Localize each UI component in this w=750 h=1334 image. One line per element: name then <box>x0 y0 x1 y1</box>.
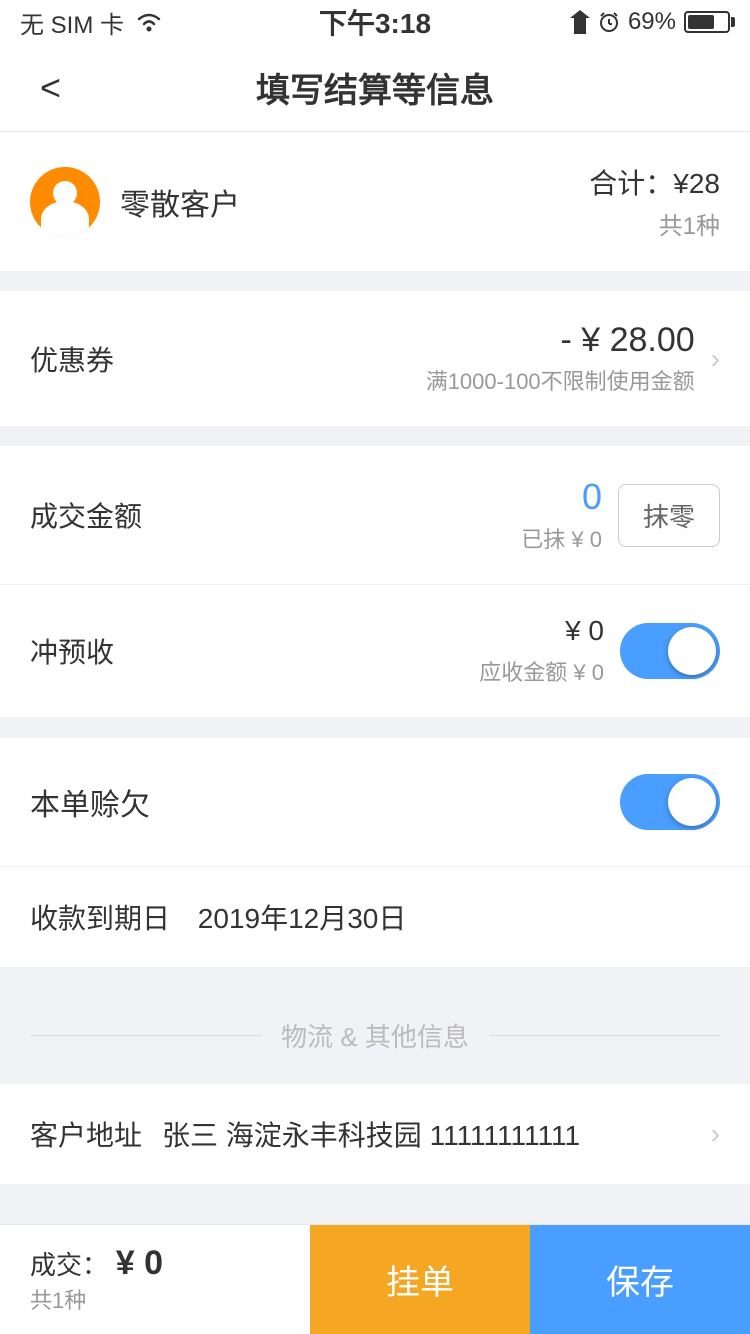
customer-summary: 合计：¥28 共1种 <box>589 162 720 241</box>
address-section: 客户地址 张三 海淀永丰科技园 11111111111 › <box>0 1084 750 1184</box>
location-icon <box>570 10 590 34</box>
coupon-right: - ¥ 28.00 满1000-100不限制使用金额 › <box>426 321 720 396</box>
address-value: 张三 海淀永丰科技园 11111111111 <box>162 1114 711 1154</box>
coupon-discount: - ¥ 28.00 <box>426 321 695 360</box>
deal-amount-sub: 已抹 ¥ 0 <box>521 522 602 554</box>
battery-percent: 69% <box>628 8 676 36</box>
due-date-value: 2019年12月30日 <box>198 903 407 934</box>
arrears-label: 本单赊欠 <box>30 780 150 824</box>
back-button[interactable]: < <box>30 57 71 119</box>
prepayment-row: 冲预收 ¥ 0 应收金额 ¥ 0 <box>0 585 750 718</box>
section-divider-3 <box>0 967 750 987</box>
section-divider-2 <box>0 718 750 738</box>
arrears-row: 本单赊欠 <box>0 738 750 866</box>
bottom-deal-row: 成交： ¥ 0 <box>30 1244 280 1283</box>
bottom-deal-label: 成交： <box>30 1250 108 1280</box>
prepayment-right: ¥ 0 应收金额 ¥ 0 <box>479 615 720 687</box>
address-chevron-icon: › <box>711 1118 720 1150</box>
total-count: 共1种 <box>589 206 720 241</box>
prepayment-label: 冲预收 <box>30 631 114 671</box>
deal-amount-value: 0 <box>521 476 602 518</box>
alarm-icon <box>598 11 620 33</box>
bottom-bar: 成交： ¥ 0 共1种 挂单 保存 <box>0 1224 750 1334</box>
coupon-value: - ¥ 28.00 满1000-100不限制使用金额 <box>426 321 695 396</box>
status-left: 无 SIM 卡 <box>20 5 164 40</box>
status-time: 下午3:18 <box>319 2 431 42</box>
address-row[interactable]: 客户地址 张三 海淀永丰科技园 11111111111 › <box>0 1084 750 1184</box>
total-amount: 合计：¥28 <box>589 162 720 202</box>
page-title: 填写结算等信息 <box>256 63 494 112</box>
amount-section: 成交金额 0 已抹 ¥ 0 抹零 冲预收 ¥ 0 应收金额 ¥ 0 <box>0 446 750 718</box>
deal-amount-value-area: 0 已抹 ¥ 0 <box>521 476 602 554</box>
round-zero-button[interactable]: 抹零 <box>618 484 720 547</box>
save-button[interactable]: 保存 <box>530 1225 750 1334</box>
section-divider-1 <box>0 426 750 446</box>
coupon-label: 优惠券 <box>30 339 114 379</box>
arrears-toggle[interactable] <box>620 774 720 830</box>
sim-status: 无 SIM 卡 <box>20 5 124 40</box>
coupon-chevron-icon: › <box>711 343 720 375</box>
deal-amount-row: 成交金额 0 已抹 ¥ 0 抹零 <box>0 446 750 585</box>
arrears-section: 本单赊欠 收款到期日 2019年12月30日 <box>0 738 750 967</box>
prepayment-toggle[interactable] <box>620 623 720 679</box>
logistics-divider: 物流 & 其他信息 <box>30 1017 720 1054</box>
bottom-summary: 成交： ¥ 0 共1种 <box>0 1244 310 1315</box>
logistics-label: 物流 & 其他信息 <box>281 1017 469 1054</box>
arrears-toggle-knob <box>668 778 716 826</box>
coupon-section: 优惠券 - ¥ 28.00 满1000-100不限制使用金额 › <box>0 291 750 426</box>
prepayment-value-area: ¥ 0 应收金额 ¥ 0 <box>479 615 604 687</box>
due-date-label: 收款到期日 <box>30 903 170 934</box>
logistics-line-right <box>489 1035 720 1036</box>
customer-section: 零散客户 合计：¥28 共1种 <box>0 132 750 271</box>
logistics-section: 物流 & 其他信息 <box>0 987 750 1084</box>
wifi-icon <box>134 11 164 33</box>
deal-amount-label: 成交金额 <box>30 495 142 535</box>
customer-left: 零散客户 <box>30 167 240 237</box>
coupon-row[interactable]: 优惠券 - ¥ 28.00 满1000-100不限制使用金额 › <box>0 291 750 426</box>
prepayment-sub: 应收金额 ¥ 0 <box>479 655 604 687</box>
logistics-line-left <box>30 1035 261 1036</box>
status-right: 69% <box>570 8 730 36</box>
bottom-deal-amount: ¥ 0 <box>116 1244 163 1282</box>
due-date-row[interactable]: 收款到期日 2019年12月30日 <box>0 866 750 967</box>
status-bar: 无 SIM 卡 下午3:18 69% <box>0 0 750 44</box>
pending-button[interactable]: 挂单 <box>310 1225 530 1334</box>
toggle-knob <box>668 627 716 675</box>
nav-bar: < 填写结算等信息 <box>0 44 750 132</box>
coupon-sub: 满1000-100不限制使用金额 <box>426 364 695 396</box>
customer-avatar <box>30 167 100 237</box>
battery-icon <box>684 11 730 33</box>
bottom-count: 共1种 <box>30 1283 280 1315</box>
address-label: 客户地址 <box>30 1114 142 1154</box>
customer-name: 零散客户 <box>120 180 240 224</box>
deal-amount-right: 0 已抹 ¥ 0 抹零 <box>521 476 720 554</box>
content: 零散客户 合计：¥28 共1种 优惠券 - ¥ 28.00 满1000-100不… <box>0 132 750 1304</box>
prepayment-value: ¥ 0 <box>565 615 604 647</box>
